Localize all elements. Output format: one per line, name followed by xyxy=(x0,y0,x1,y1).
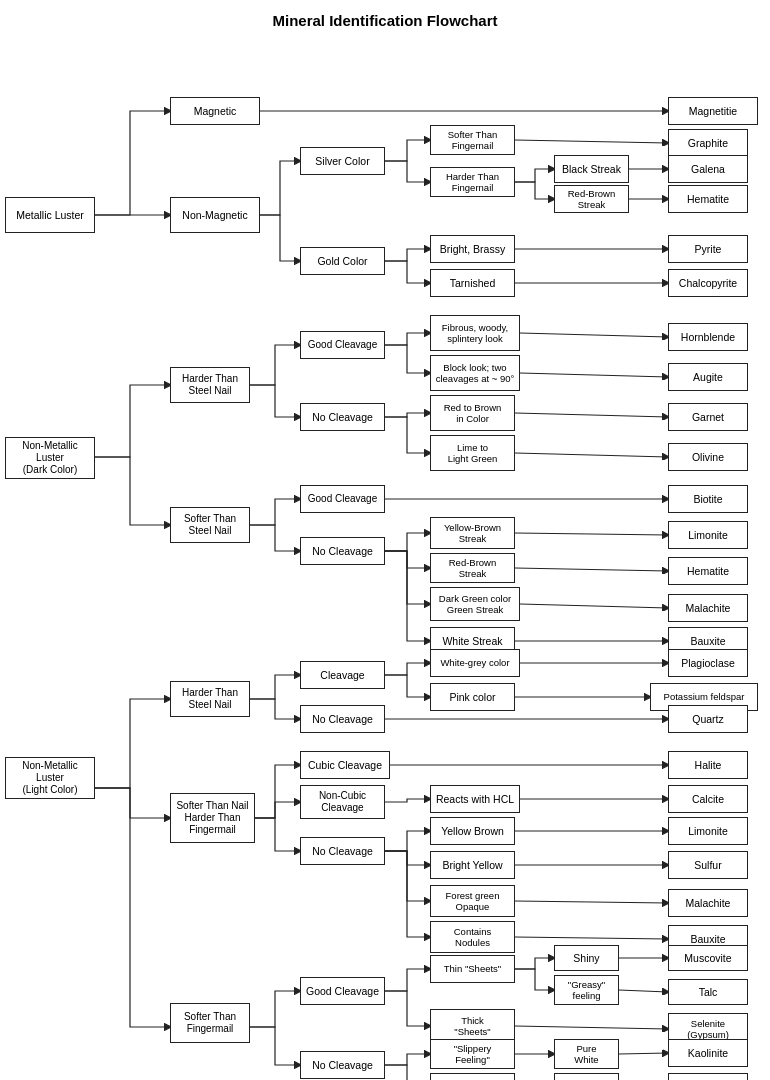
non-cubic-box: Non-CubicCleavage xyxy=(300,785,385,819)
harder-steel2-box: Harder ThanSteel Nail xyxy=(170,681,250,717)
svg-line-7 xyxy=(520,333,668,337)
slippery-feeling-box: "SlipperyFeeling" xyxy=(430,1039,515,1069)
hematite1-box: Hematite xyxy=(668,185,748,213)
cubic-cleavage-box: Cubic Cleavage xyxy=(300,751,390,779)
svg-line-2 xyxy=(515,140,668,143)
no-cleavage3-box: No Cleavage xyxy=(300,705,385,733)
chalcopyrite-box: Chalcopyrite xyxy=(668,269,748,297)
bright-brassy-box: Bright, Brassy xyxy=(430,235,515,263)
nonslippery-feeling-box: "Nonslippery"Feeling xyxy=(430,1073,515,1080)
hematite2-box: Hematite xyxy=(668,557,748,585)
gold-color-box: Gold Color xyxy=(300,247,385,275)
yellow-brown2-box: Yellow Brown xyxy=(430,817,515,845)
svg-line-8 xyxy=(520,373,668,377)
biotite-box: Biotite xyxy=(668,485,748,513)
contains-nodules-box: ContainsNodules xyxy=(430,921,515,953)
good-cleavage4-box: Good Cleavage xyxy=(300,977,385,1005)
red-brown-streak2-box: Red-BrownStreak xyxy=(430,553,515,583)
limonite1-box: Limonite xyxy=(668,521,748,549)
reacts-hcl-box: Reacts with HCL xyxy=(430,785,520,813)
softer-fingernail-box: Softer Than Fingernail xyxy=(430,125,515,155)
olivine-box: Olivine xyxy=(668,443,748,471)
limonite2-box: Limonite xyxy=(668,817,748,845)
svg-line-27 xyxy=(515,1026,668,1029)
bright-yellow-box: Bright Yellow xyxy=(430,851,515,879)
pure-white-box: PureWhite xyxy=(554,1039,619,1069)
quartz-box: Quartz xyxy=(668,705,748,733)
softer-steel1-box: Softer ThanSteel Nail xyxy=(170,507,250,543)
harder-steel1-box: Harder ThanSteel Nail xyxy=(170,367,250,403)
red-brown-color-box: Red to Brownin Color xyxy=(430,395,515,431)
shiny-box: Shiny xyxy=(554,945,619,971)
magnetitie-box: Magnetitie xyxy=(668,97,758,125)
thin-sheets-box: Thin "Sheets" xyxy=(430,955,515,983)
non-metallic-light-box: Non-Metallic Luster(Light Color) xyxy=(5,757,95,799)
pink-color-box: Pink color xyxy=(430,683,515,711)
lime-light-green-box: Lime toLight Green xyxy=(430,435,515,471)
plagioclase-box: Plagioclase xyxy=(668,649,748,677)
non-magnetic-box: Non-Magnetic xyxy=(170,197,260,233)
malachite1-box: Malachite xyxy=(668,594,748,622)
calcite-box: Calcite xyxy=(668,785,748,813)
svg-line-23 xyxy=(515,901,668,903)
galena-box: Galena xyxy=(668,155,748,183)
good-cleavage2-box: Good Cleavage xyxy=(300,485,385,513)
dark-green-streak-box: Dark Green colorGreen Streak xyxy=(430,587,520,621)
svg-line-14 xyxy=(520,604,668,608)
no-cleavage2-box: No Cleavage xyxy=(300,537,385,565)
svg-line-24 xyxy=(515,937,668,939)
augite-box: Augite xyxy=(668,363,748,391)
halite-box: Halite xyxy=(668,751,748,779)
cleavage3-box: Cleavage xyxy=(300,661,385,689)
muscovite-box: Muscovite xyxy=(668,945,748,971)
alabaster-box: Alabaster(Gypsum) xyxy=(668,1073,748,1080)
hornblende-box: Hornblende xyxy=(668,323,748,351)
metallic-luster-box: Metallic Luster xyxy=(5,197,95,233)
svg-line-9 xyxy=(515,413,668,417)
good-cleavage1-box: Good Cleavage xyxy=(300,331,385,359)
sulfur-box: Sulfur xyxy=(668,851,748,879)
white-grey-box: White-grey color xyxy=(430,649,520,677)
kaolinite-box: Kaolinite xyxy=(668,1039,748,1067)
forest-green-box: Forest greenOpaque xyxy=(430,885,515,917)
fibrous-box: Fibrous, woody,splintery look xyxy=(430,315,520,351)
thick-sheets-box: Thick"Sheets" xyxy=(430,1009,515,1043)
no-cleavage5-box: No Cleavage xyxy=(300,1051,385,1079)
malachite2-box: Malachite xyxy=(668,889,748,917)
block-look-box: Block look; twocleavages at ~ 90° xyxy=(430,355,520,391)
talc-box: Talc xyxy=(668,979,748,1005)
pyrite-box: Pyrite xyxy=(668,235,748,263)
non-metallic-dark-box: Non-Metallic Luster(Dark Color) xyxy=(5,437,95,479)
svg-line-12 xyxy=(515,533,668,535)
page-title: Mineral Identification Flowchart xyxy=(0,12,770,29)
svg-line-10 xyxy=(515,453,668,457)
softer-harder-box: Softer Than NailHarder ThanFingermail xyxy=(170,793,255,843)
svg-line-13 xyxy=(515,568,668,571)
greasy-feeling-box: "Greasy"feeling xyxy=(554,975,619,1005)
no-cleavage4-box: No Cleavage xyxy=(300,837,385,865)
svg-line-28 xyxy=(619,1053,668,1054)
red-brown-streak-box: Red-Brown Streak xyxy=(554,185,629,213)
harder-fingernail-box: Harder Than Fingernail xyxy=(430,167,515,197)
black-streak-box: Black Streak xyxy=(554,155,629,183)
magnetic-box: Magnetic xyxy=(170,97,260,125)
graphite-box: Graphite xyxy=(668,129,748,157)
svg-line-26 xyxy=(619,990,668,992)
connector-lines xyxy=(0,37,770,1080)
yellow-brown-streak-box: Yellow-BrownStreak xyxy=(430,517,515,549)
silver-color-box: Silver Color xyxy=(300,147,385,175)
tarnished-box: Tarnished xyxy=(430,269,515,297)
garnet-box: Garnet xyxy=(668,403,748,431)
softer-fingernail2-box: Softer ThanFingermail xyxy=(170,1003,250,1043)
no-cleavage1-box: No Cleavage xyxy=(300,403,385,431)
white2-box: White xyxy=(554,1073,619,1080)
